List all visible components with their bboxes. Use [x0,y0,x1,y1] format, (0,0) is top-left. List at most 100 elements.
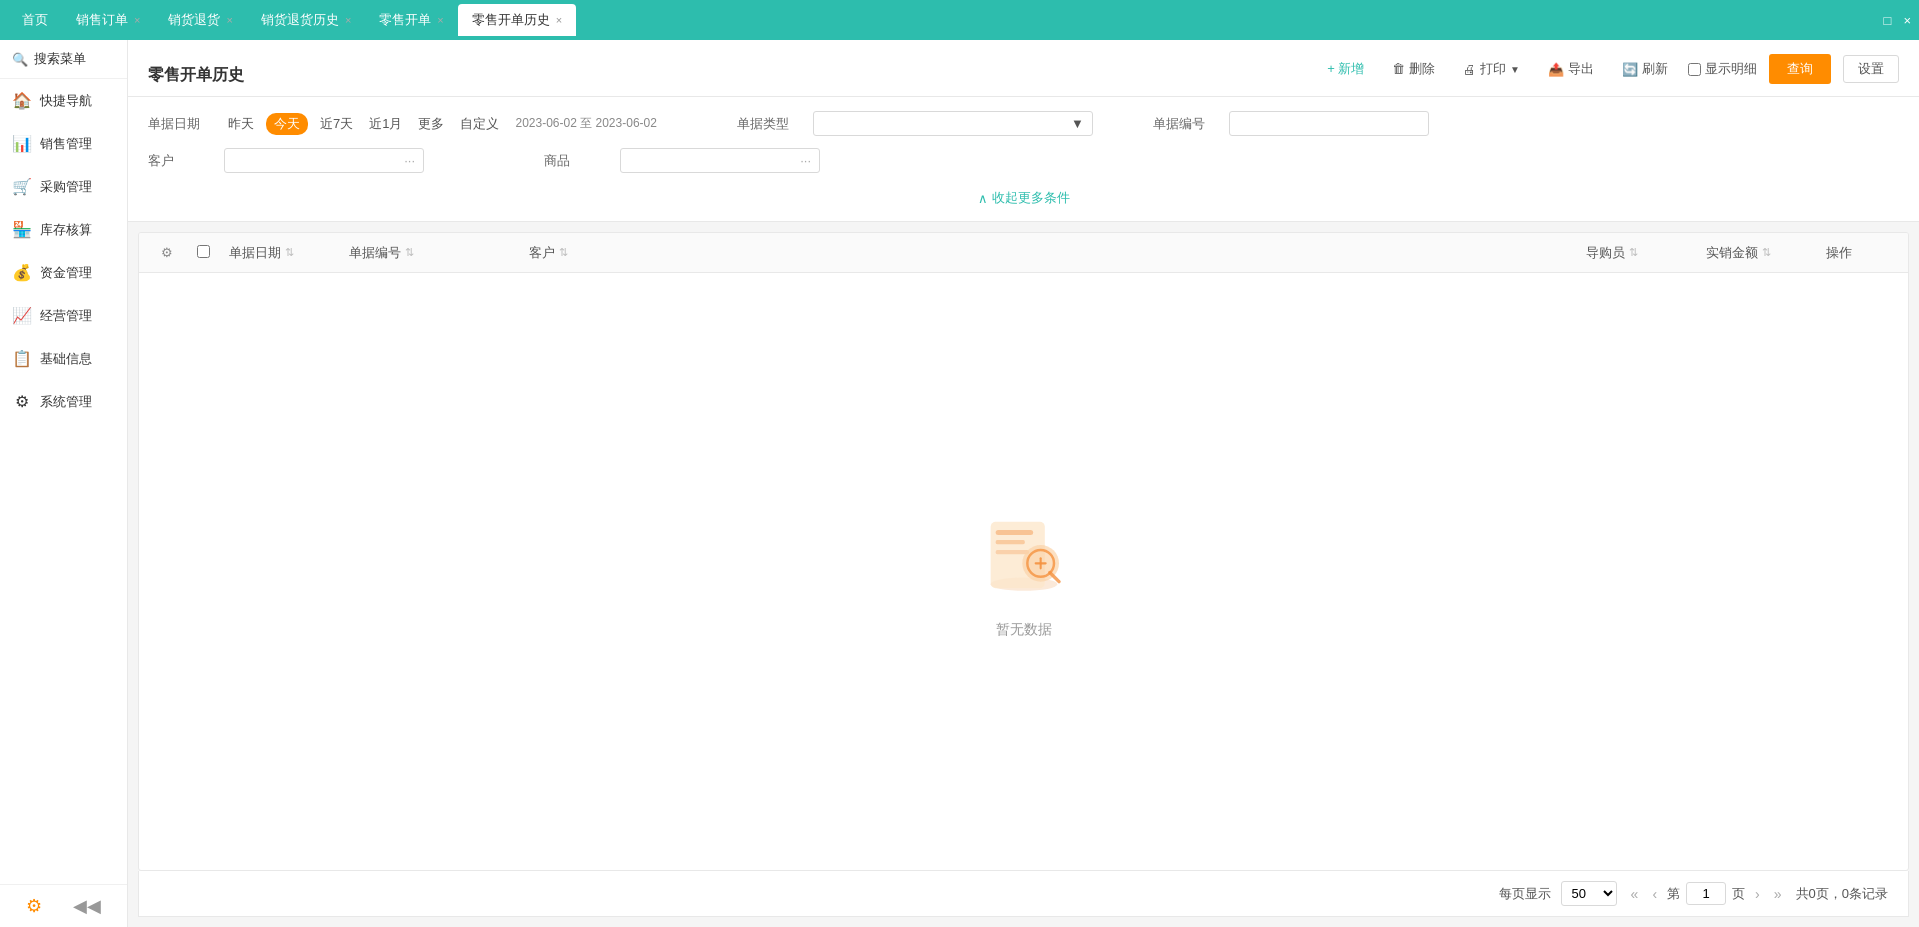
refresh-button[interactable]: 🔄 刷新 [1614,56,1676,82]
prev-page-btn[interactable]: ‹ [1648,884,1661,904]
collapse-more-btn[interactable]: ∧ 收起更多条件 [978,189,1070,207]
sort-customer-icon: ⇅ [559,246,568,259]
tab-sales-return[interactable]: 销货退货 × [154,4,246,36]
sidebar-bottom: ⚙ ◀◀ [0,884,127,927]
display-detail-checkbox[interactable] [1688,63,1701,76]
collapse-icon: ∧ [978,191,988,206]
total-info: 共0页，0条记录 [1796,885,1888,903]
page-label-after: 页 [1732,885,1745,903]
sidebar-item-inventory[interactable]: 🏪 库存核算 [0,208,127,251]
system-mgmt-icon: ⚙ [12,392,32,411]
sidebar-search[interactable]: 🔍 搜索菜单 [0,40,127,79]
tab-retail-open-history[interactable]: 零售开单历史 × [458,4,576,36]
sidebar-item-quick-nav[interactable]: 🏠 快捷导航 [0,79,127,122]
page-title: 零售开单历史 [148,65,244,86]
doc-type-label: 单据类型 [737,115,793,133]
close-tab-sales-return-history[interactable]: × [345,14,351,26]
last-page-btn[interactable]: » [1770,884,1786,904]
goods-label: 商品 [544,152,600,170]
date-opt-custom[interactable]: 自定义 [456,113,503,135]
empty-text: 暂无数据 [996,621,1052,639]
customer-input[interactable]: ··· [224,148,424,173]
print-icon: 🖨 [1463,62,1476,77]
date-opt-1month[interactable]: 近1月 [365,113,406,135]
customer-label: 客户 [148,152,204,170]
svg-rect-2 [995,530,1032,535]
purchase-mgmt-icon: 🛒 [12,177,32,196]
sort-guide-icon: ⇅ [1629,246,1638,259]
customer-dots-icon: ··· [404,153,415,168]
date-label: 单据日期 [148,115,204,133]
sidebar: 🔍 搜索菜单 🏠 快捷导航 📊 销售管理 🛒 采购管理 🏪 库存核算 💰 资金管… [0,40,128,927]
window-restore[interactable]: □ [1884,13,1892,28]
sidebar-item-business-mgmt[interactable]: 📈 经营管理 [0,294,127,337]
export-button[interactable]: 📤 导出 [1540,56,1602,82]
doc-number-label: 单据编号 [1153,115,1209,133]
close-tab-retail-open[interactable]: × [437,14,443,26]
inventory-icon: 🏪 [12,220,32,239]
sidebar-collapse-icon[interactable]: ◀◀ [73,895,101,917]
doc-type-select[interactable]: ▼ [813,111,1093,136]
th-guide[interactable]: 导购员 ⇅ [1578,244,1698,262]
sidebar-item-base-info[interactable]: 📋 基础信息 [0,337,127,380]
date-opt-7days[interactable]: 近7天 [316,113,357,135]
page-header: 零售开单历史 + 新增 🗑 删除 🖨 🖨 打印 打印 ▼ 📤 导出 🔄 刷新 [128,40,1919,97]
next-page-btn[interactable]: › [1751,884,1764,904]
display-detail-checkbox-label[interactable]: 显示明细 [1688,60,1757,78]
th-number[interactable]: 单据编号 ⇅ [341,244,521,262]
date-opt-more[interactable]: 更多 [414,113,448,135]
tab-home[interactable]: 首页 [8,4,62,36]
svg-rect-3 [995,540,1024,544]
delete-button[interactable]: 🗑 删除 [1384,56,1443,82]
close-tab-sales-order[interactable]: × [134,14,140,26]
capital-mgmt-icon: 💰 [12,263,32,282]
tab-sales-return-history[interactable]: 销货退货历史 × [247,4,365,36]
add-button[interactable]: + 新增 [1319,56,1372,82]
table-select-all-checkbox[interactable] [185,245,221,261]
query-button[interactable]: 查询 [1769,54,1831,84]
settings-button[interactable]: 设置 [1843,55,1899,83]
sidebar-item-sales-mgmt[interactable]: 📊 销售管理 [0,122,127,165]
sidebar-settings-icon[interactable]: ⚙ [26,895,42,917]
th-amount[interactable]: 实销金额 ⇅ [1698,244,1818,262]
per-page-select[interactable]: 50 10 20 100 [1561,881,1617,906]
main-layout: 🔍 搜索菜单 🏠 快捷导航 📊 销售管理 🛒 采购管理 🏪 库存核算 💰 资金管… [0,40,1919,927]
page-nav: « ‹ 第 1 页 › » [1627,882,1786,905]
refresh-icon: 🔄 [1622,62,1638,77]
table-area: ⚙ 单据日期 ⇅ 单据编号 ⇅ 客户 ⇅ 导购员 ⇅ [138,232,1909,871]
sort-amount-icon: ⇅ [1762,246,1771,259]
doc-number-input[interactable] [1229,111,1429,136]
close-tab-sales-return[interactable]: × [226,14,232,26]
window-close[interactable]: × [1903,13,1911,28]
table-settings-icon[interactable]: ⚙ [149,245,185,260]
sales-mgmt-icon: 📊 [12,134,32,153]
date-opt-yesterday[interactable]: 昨天 [224,113,258,135]
export-icon: 📤 [1548,62,1564,77]
top-tabbar: 首页 销售订单 × 销货退货 × 销货退货历史 × 零售开单 × 零售开单历史 … [0,0,1919,40]
filter-row-1: 单据日期 昨天 今天 近7天 近1月 更多 自定义 2023-06-02 至 2… [148,111,1899,136]
tab-sales-order[interactable]: 销售订单 × [62,4,154,36]
page-label-before: 第 [1667,885,1680,903]
close-tab-retail-open-history[interactable]: × [556,14,562,26]
sidebar-item-system-mgmt[interactable]: ⚙ 系统管理 [0,380,127,423]
print-dropdown-icon: ▼ [1510,64,1520,75]
content-area: 零售开单历史 + 新增 🗑 删除 🖨 🖨 打印 打印 ▼ 📤 导出 🔄 刷新 [128,40,1919,927]
collapse-row: ∧ 收起更多条件 [148,185,1899,207]
tab-retail-open[interactable]: 零售开单 × [365,4,457,36]
sidebar-item-purchase-mgmt[interactable]: 🛒 采购管理 [0,165,127,208]
first-page-btn[interactable]: « [1627,884,1643,904]
sidebar-item-capital-mgmt[interactable]: 💰 资金管理 [0,251,127,294]
current-page-input[interactable]: 1 [1686,882,1726,905]
search-icon: 🔍 [12,52,28,67]
filter-area: 单据日期 昨天 今天 近7天 近1月 更多 自定义 2023-06-02 至 2… [128,97,1919,222]
date-opt-today[interactable]: 今天 [266,113,308,135]
th-customer[interactable]: 客户 ⇅ [521,244,1578,262]
th-date[interactable]: 单据日期 ⇅ [221,244,341,262]
empty-state: 暂无数据 [139,273,1908,870]
print-button[interactable]: 🖨 🖨 打印 打印 ▼ [1455,56,1528,82]
table-header: ⚙ 单据日期 ⇅ 单据编号 ⇅ 客户 ⇅ 导购员 ⇅ [139,233,1908,273]
sort-number-icon: ⇅ [405,246,414,259]
chevron-down-icon: ▼ [1071,116,1084,131]
goods-input[interactable]: ··· [620,148,820,173]
window-controls: □ × [1884,13,1911,28]
